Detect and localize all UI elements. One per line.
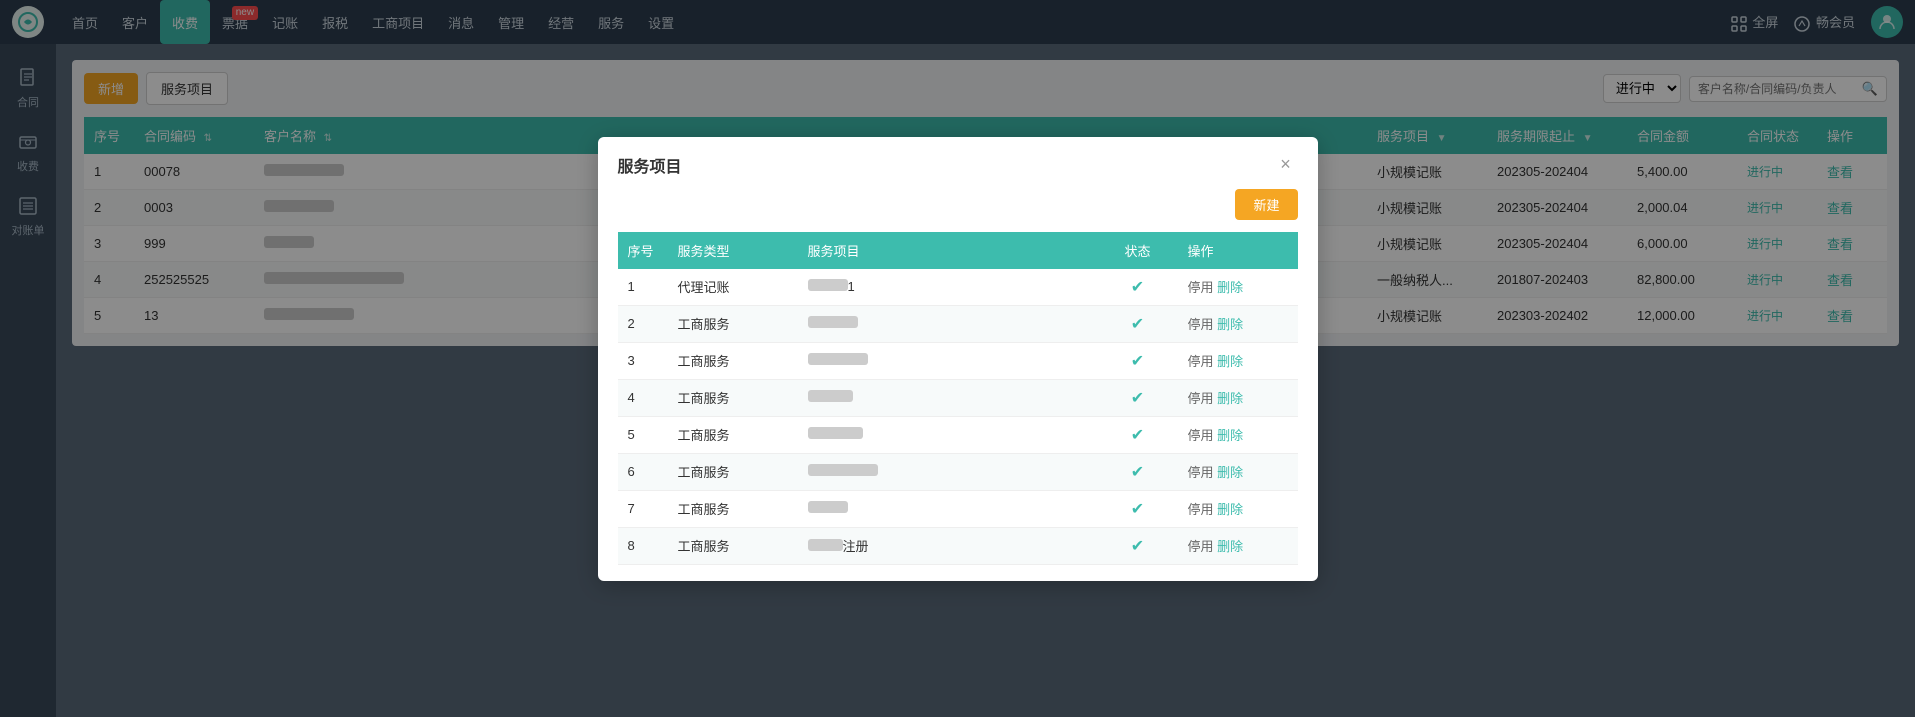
modal-cell-project xyxy=(798,490,1098,527)
delete-button[interactable]: 删除 xyxy=(1217,314,1243,333)
delete-button[interactable]: 删除 xyxy=(1217,388,1243,407)
modal-cell-actions: 停用 删除 xyxy=(1178,490,1298,527)
service-items-table: 序号 服务类型 服务项目 状态 操作 1 代理记账 1 ✔ 停用 删除 2 工商… xyxy=(618,232,1298,565)
stop-button[interactable]: 停用 xyxy=(1188,277,1214,296)
modal-table-row: 8 工商服务 注册 ✔ 停用 删除 xyxy=(618,527,1298,564)
modal-toolbar: 新建 xyxy=(598,185,1318,232)
modal-cell-seq: 3 xyxy=(618,342,668,379)
modal-cell-type: 工商服务 xyxy=(668,416,798,453)
modal-cell-seq: 4 xyxy=(618,379,668,416)
status-ok-icon: ✔ xyxy=(1131,279,1144,296)
modal-cell-status: ✔ xyxy=(1098,269,1178,306)
modal-col-status: 状态 xyxy=(1098,232,1178,269)
modal-table-row: 7 工商服务 ✔ 停用 删除 xyxy=(618,490,1298,527)
modal-cell-project xyxy=(798,379,1098,416)
modal-cell-seq: 2 xyxy=(618,305,668,342)
modal-cell-project xyxy=(798,305,1098,342)
modal-cell-actions: 停用 删除 xyxy=(1178,379,1298,416)
modal-cell-seq: 5 xyxy=(618,416,668,453)
modal-cell-type: 工商服务 xyxy=(668,305,798,342)
stop-button[interactable]: 停用 xyxy=(1188,314,1214,333)
modal-cell-type: 工商服务 xyxy=(668,342,798,379)
status-ok-icon: ✔ xyxy=(1131,427,1144,444)
modal-col-actions: 操作 xyxy=(1178,232,1298,269)
status-ok-icon: ✔ xyxy=(1131,353,1144,370)
modal-cell-type: 代理记账 xyxy=(668,269,798,306)
delete-button[interactable]: 删除 xyxy=(1217,277,1243,296)
stop-button[interactable]: 停用 xyxy=(1188,462,1214,481)
modal-close-button[interactable]: × xyxy=(1274,153,1298,177)
service-items-modal: 服务项目 × 新建 序号 服务类型 服务项目 状态 操作 1 代理记账 xyxy=(598,137,1318,581)
status-ok-icon: ✔ xyxy=(1131,464,1144,481)
modal-cell-status: ✔ xyxy=(1098,416,1178,453)
modal-table-row: 5 工商服务 ✔ 停用 删除 xyxy=(618,416,1298,453)
status-ok-icon: ✔ xyxy=(1131,316,1144,333)
delete-button[interactable]: 删除 xyxy=(1217,462,1243,481)
modal-header: 服务项目 × xyxy=(598,137,1318,185)
modal-col-seq: 序号 xyxy=(618,232,668,269)
status-ok-icon: ✔ xyxy=(1131,538,1144,555)
modal-cell-actions: 停用 删除 xyxy=(1178,527,1298,564)
modal-cell-status: ✔ xyxy=(1098,305,1178,342)
modal-cell-status: ✔ xyxy=(1098,490,1178,527)
modal-body: 序号 服务类型 服务项目 状态 操作 1 代理记账 1 ✔ 停用 删除 2 工商… xyxy=(598,232,1318,581)
modal-cell-type: 工商服务 xyxy=(668,453,798,490)
modal-table-row: 6 工商服务 ✔ 停用 删除 xyxy=(618,453,1298,490)
modal-cell-seq: 7 xyxy=(618,490,668,527)
modal-cell-seq: 1 xyxy=(618,269,668,306)
delete-button[interactable]: 删除 xyxy=(1217,351,1243,370)
modal-cell-project xyxy=(798,416,1098,453)
modal-cell-actions: 停用 删除 xyxy=(1178,342,1298,379)
modal-col-type: 服务类型 xyxy=(668,232,798,269)
modal-cell-actions: 停用 删除 xyxy=(1178,305,1298,342)
modal-cell-project: 注册 xyxy=(798,527,1098,564)
modal-cell-status: ✔ xyxy=(1098,527,1178,564)
status-ok-icon: ✔ xyxy=(1131,390,1144,407)
modal-cell-project: 1 xyxy=(798,269,1098,306)
modal-cell-seq: 6 xyxy=(618,453,668,490)
modal-cell-actions: 停用 删除 xyxy=(1178,453,1298,490)
stop-button[interactable]: 停用 xyxy=(1188,351,1214,370)
modal-cell-actions: 停用 删除 xyxy=(1178,269,1298,306)
modal-cell-type: 工商服务 xyxy=(668,379,798,416)
modal-col-project: 服务项目 xyxy=(798,232,1098,269)
modal-cell-type: 工商服务 xyxy=(668,527,798,564)
delete-button[interactable]: 删除 xyxy=(1217,536,1243,555)
modal-cell-seq: 8 xyxy=(618,527,668,564)
modal-cell-status: ✔ xyxy=(1098,342,1178,379)
modal-table-row: 2 工商服务 ✔ 停用 删除 xyxy=(618,305,1298,342)
stop-button[interactable]: 停用 xyxy=(1188,425,1214,444)
modal-table-row: 3 工商服务 ✔ 停用 删除 xyxy=(618,342,1298,379)
modal-cell-type: 工商服务 xyxy=(668,490,798,527)
modal-cell-project xyxy=(798,453,1098,490)
modal-cell-actions: 停用 删除 xyxy=(1178,416,1298,453)
delete-button[interactable]: 删除 xyxy=(1217,425,1243,444)
status-ok-icon: ✔ xyxy=(1131,501,1144,518)
stop-button[interactable]: 停用 xyxy=(1188,536,1214,555)
delete-button[interactable]: 删除 xyxy=(1217,499,1243,518)
stop-button[interactable]: 停用 xyxy=(1188,388,1214,407)
modal-title: 服务项目 xyxy=(618,153,682,177)
modal-table-row: 1 代理记账 1 ✔ 停用 删除 xyxy=(618,269,1298,306)
modal-table-row: 4 工商服务 ✔ 停用 删除 xyxy=(618,379,1298,416)
modal-cell-project xyxy=(798,342,1098,379)
modal-overlay[interactable]: 服务项目 × 新建 序号 服务类型 服务项目 状态 操作 1 代理记账 xyxy=(0,0,1915,717)
modal-cell-status: ✔ xyxy=(1098,379,1178,416)
stop-button[interactable]: 停用 xyxy=(1188,499,1214,518)
modal-new-button[interactable]: 新建 xyxy=(1235,189,1297,220)
modal-cell-status: ✔ xyxy=(1098,453,1178,490)
